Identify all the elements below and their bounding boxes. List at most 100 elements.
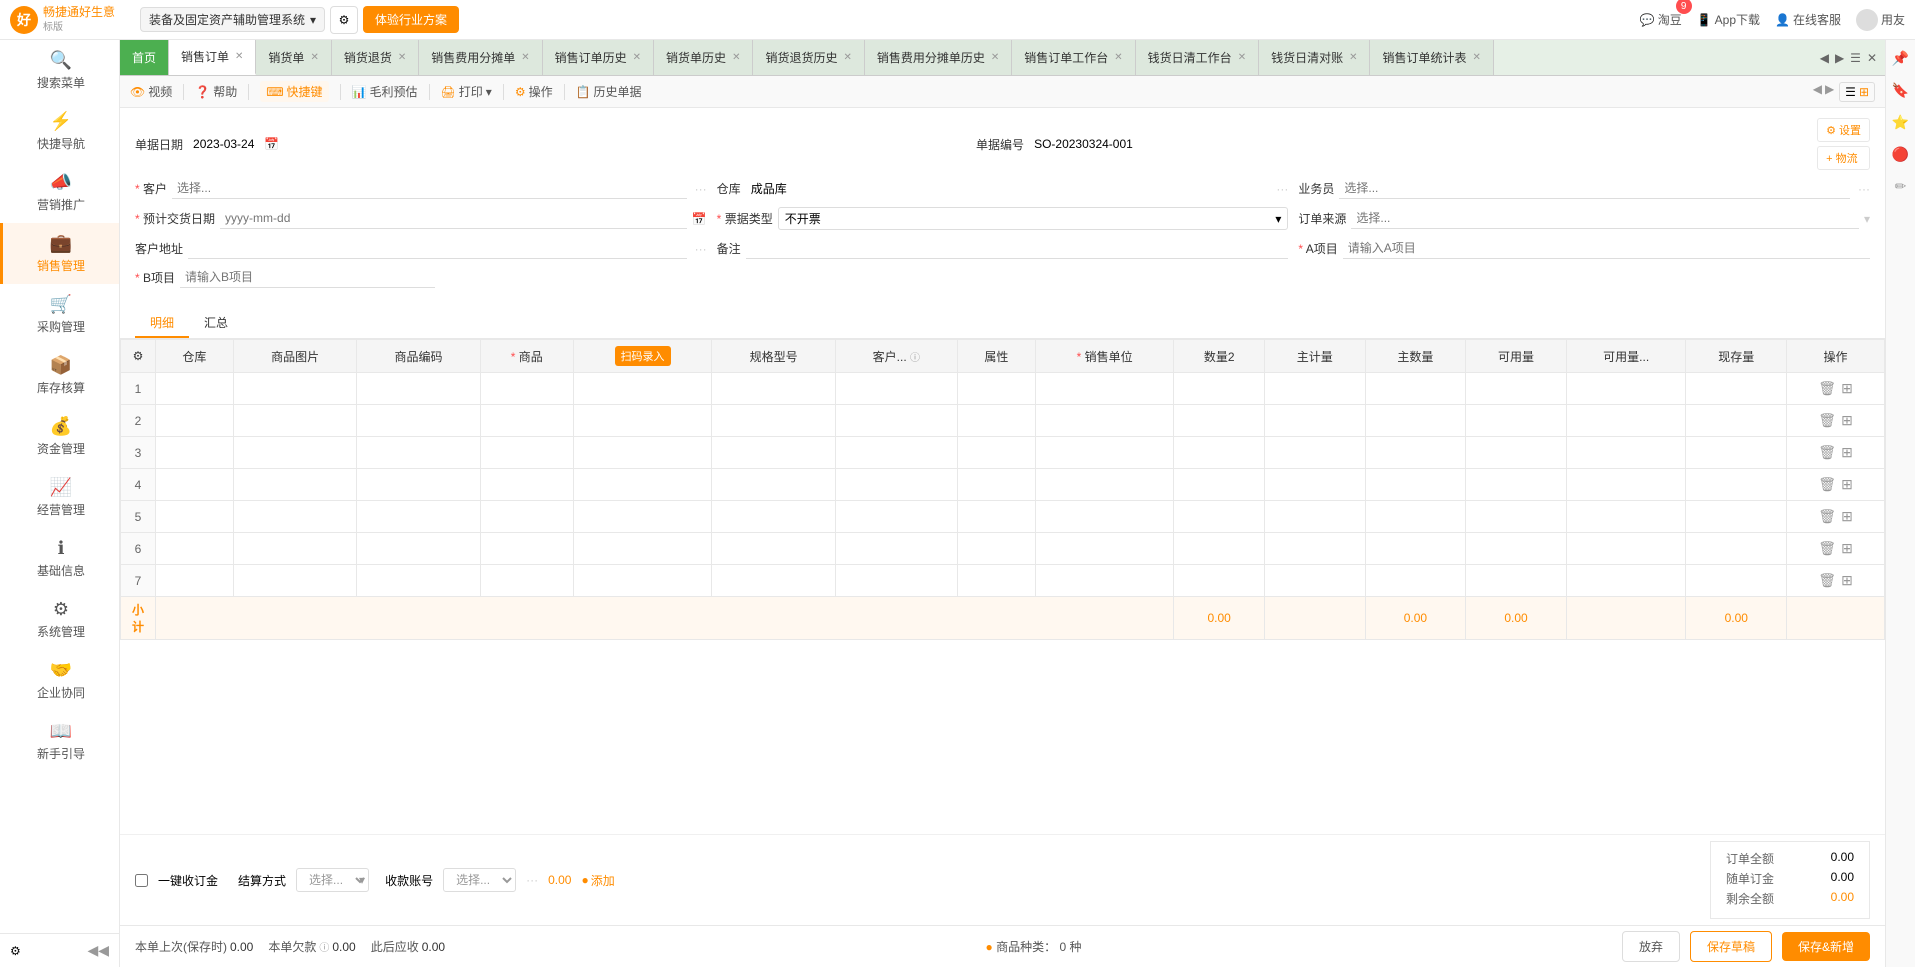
cell-unit[interactable] [1035,437,1174,469]
cell-qty2[interactable] [1174,501,1265,533]
customer-input[interactable] [172,178,687,199]
settings-icon[interactable]: ⚙ [330,6,358,34]
cell-spec[interactable] [712,437,835,469]
sidebar-item-search[interactable]: 🔍 搜索菜单 [0,40,119,101]
cell-unit[interactable] [1035,533,1174,565]
delete-icon[interactable]: 🗑 [1818,476,1836,493]
cell-warehouse[interactable] [156,373,234,405]
cell-main-qty[interactable] [1365,373,1466,405]
copy-icon[interactable]: ⊞ [1841,380,1853,397]
toolbar-print[interactable]: 🖨 打印 ▾ [441,83,492,100]
remark-input[interactable] [746,238,1289,259]
cell-code[interactable] [357,501,480,533]
cell-warehouse[interactable] [156,533,234,565]
sidebar-item-quick[interactable]: ⚡ 快捷导航 [0,101,119,162]
tab-cash-workbench[interactable]: 钱货日清工作台 ✕ [1136,40,1259,75]
cell-spec[interactable] [712,469,835,501]
account-expand-icon[interactable]: ··· [526,873,538,887]
cell-spec[interactable] [712,501,835,533]
cell-goods[interactable] [480,437,573,469]
cell-attr[interactable] [957,405,1035,437]
sidebar-item-operations[interactable]: 📈 经营管理 [0,467,119,528]
tab-sales-expense[interactable]: 销售费用分摊单 ✕ [419,40,542,75]
settings-bottom-icon[interactable]: ⚙ [10,944,21,958]
sidebar-item-sales[interactable]: 💼 销售管理 [0,223,119,284]
cell-main-qty[interactable] [1365,565,1466,597]
settlement-select[interactable]: 选择... [296,868,369,892]
cell-customer-code[interactable] [835,373,957,405]
cell-goods[interactable] [480,533,573,565]
tab-sales-goods[interactable]: 销货单 ✕ [256,40,331,75]
sidebar-item-purchase[interactable]: 🛒 采购管理 [0,284,119,345]
delivery-calendar-icon[interactable]: 📅 [692,212,707,226]
tab-summary[interactable]: 汇总 [189,309,243,338]
copy-icon[interactable]: ⊞ [1841,412,1853,429]
cell-attr[interactable] [957,501,1035,533]
a-project-input[interactable] [1343,238,1870,259]
cell-code[interactable] [357,469,480,501]
solution-button[interactable]: 体验行业方案 [363,6,459,33]
cell-code[interactable] [357,533,480,565]
tab-close-icon[interactable]: ✕ [1114,52,1122,63]
cell-spec[interactable] [712,373,835,405]
cell-goods[interactable] [480,565,573,597]
cell-unit[interactable] [1035,373,1174,405]
tab-close-icon[interactable]: ✕ [732,52,740,63]
sidebar-item-marketing[interactable]: 📣 营销推广 [0,162,119,223]
cell-attr[interactable] [957,565,1035,597]
toolbar-shortcut[interactable]: ⌨ 快捷键 [260,81,328,102]
delete-icon[interactable]: 🗑 [1818,572,1836,589]
cell-warehouse[interactable] [156,501,234,533]
warehouse-expand-icon[interactable]: ··· [1276,182,1288,196]
cell-goods[interactable] [480,373,573,405]
copy-icon[interactable]: ⊞ [1841,444,1853,461]
tab-menu-icon[interactable]: ☰ [1847,48,1864,68]
tab-close-icon[interactable]: ✕ [398,52,406,63]
cell-attr[interactable] [957,533,1035,565]
user-item[interactable]: 用友 [1856,9,1905,31]
prev-icon[interactable]: ◀ [1813,82,1822,102]
cell-qty2[interactable] [1174,469,1265,501]
cell-customer-code[interactable] [835,533,957,565]
cell-qty2[interactable] [1174,533,1265,565]
save-new-button[interactable]: 保存&新增 [1782,932,1870,961]
cell-spec[interactable] [712,533,835,565]
delete-icon[interactable]: 🗑 [1818,380,1836,397]
copy-icon[interactable]: ⊞ [1841,572,1853,589]
tab-cash-reconcile[interactable]: 钱货日清对账 ✕ [1259,40,1370,75]
logistics-btn[interactable]: + 物流 [1817,146,1870,170]
copy-icon[interactable]: ⊞ [1841,508,1853,525]
th-settings[interactable]: ⚙ [121,340,156,373]
cell-goods[interactable] [480,501,573,533]
tab-close-icon[interactable]: ✕ [1473,52,1481,63]
toolbar-history[interactable]: 📋 历史单据 [576,83,642,100]
table-container[interactable]: ⚙ 仓库 商品图片 商品编码 商品 扫码录入 规格型号 客户... ⓘ 属性 销… [120,339,1885,834]
delete-icon[interactable]: 🗑 [1818,508,1836,525]
tab-detail[interactable]: 明细 [135,309,189,338]
tab-sales-expense-history[interactable]: 销售费用分摊单历史 ✕ [865,40,1012,75]
tab-sales-order[interactable]: 销售订单 ✕ [169,40,256,75]
cell-qty2[interactable] [1174,405,1265,437]
cell-customer-code[interactable] [835,437,957,469]
cell-main-qty[interactable] [1365,533,1466,565]
settings-btn[interactable]: ⚙ 设置 [1817,118,1870,142]
sidebar-item-finance[interactable]: 💰 资金管理 [0,406,119,467]
sidebar-item-system[interactable]: ⚙ 系统管理 [0,589,119,650]
save-draft-button[interactable]: 保存草稿 [1690,931,1772,962]
cell-spec[interactable] [712,565,835,597]
cell-qty2[interactable] [1174,373,1265,405]
tab-close-icon[interactable]: ✕ [310,52,318,63]
cell-attr[interactable] [957,437,1035,469]
address-expand-icon[interactable]: ··· [695,242,707,256]
one-click-deposit-checkbox[interactable] [135,874,148,887]
pin-icon[interactable]: 📌 [1892,50,1909,67]
cell-code[interactable] [357,565,480,597]
tab-close-icon[interactable]: ✕ [843,52,851,63]
tab-sales-return[interactable]: 销货退货 ✕ [332,40,419,75]
next-icon[interactable]: ▶ [1825,82,1834,102]
calendar-icon[interactable]: 📅 [264,137,279,151]
delete-icon[interactable]: 🗑 [1818,444,1836,461]
cell-goods[interactable] [480,469,573,501]
tab-sales-order-history[interactable]: 销售订单历史 ✕ [543,40,654,75]
toolbar-video[interactable]: 👁 视频 [130,83,172,100]
